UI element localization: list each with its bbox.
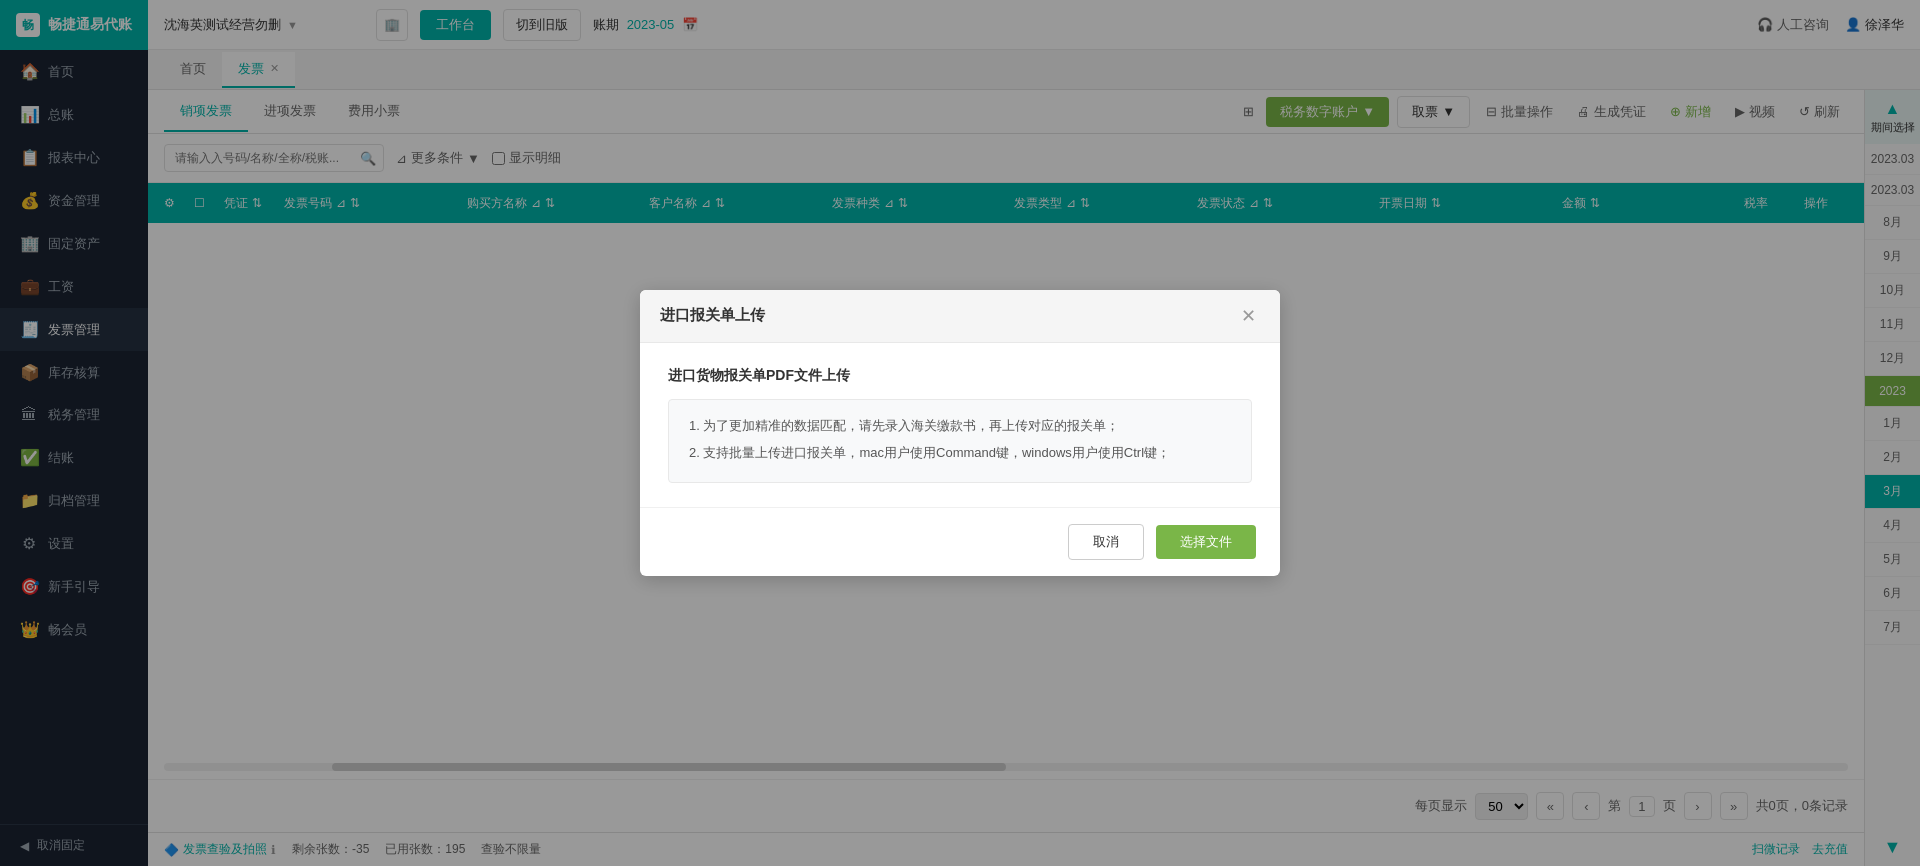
dialog-title: 进口报关单上传 bbox=[660, 306, 765, 325]
info-item-1: 1. 为了更加精准的数据匹配，请先录入海关缴款书，再上传对应的报关单； bbox=[689, 414, 1235, 437]
upload-section-title: 进口货物报关单PDF文件上传 bbox=[668, 367, 1252, 385]
dialog-footer: 取消 选择文件 bbox=[640, 507, 1280, 576]
info-item-2: 2. 支持批量上传进口报关单，mac用户使用Command键，windows用户… bbox=[689, 441, 1235, 464]
dialog-body: 进口货物报关单PDF文件上传 1. 为了更加精准的数据匹配，请先录入海关缴款书，… bbox=[640, 343, 1280, 508]
import-dialog: 进口报关单上传 ✕ 进口货物报关单PDF文件上传 1. 为了更加精准的数据匹配，… bbox=[640, 290, 1280, 577]
dialog-info-box: 1. 为了更加精准的数据匹配，请先录入海关缴款书，再上传对应的报关单； 2. 支… bbox=[668, 399, 1252, 484]
dialog-header: 进口报关单上传 ✕ bbox=[640, 290, 1280, 343]
dialog-select-file-button[interactable]: 选择文件 bbox=[1156, 525, 1256, 559]
dialog-cancel-button[interactable]: 取消 bbox=[1068, 524, 1144, 560]
dialog-close-button[interactable]: ✕ bbox=[1236, 304, 1260, 328]
modal-overlay[interactable]: 进口报关单上传 ✕ 进口货物报关单PDF文件上传 1. 为了更加精准的数据匹配，… bbox=[0, 0, 1920, 866]
